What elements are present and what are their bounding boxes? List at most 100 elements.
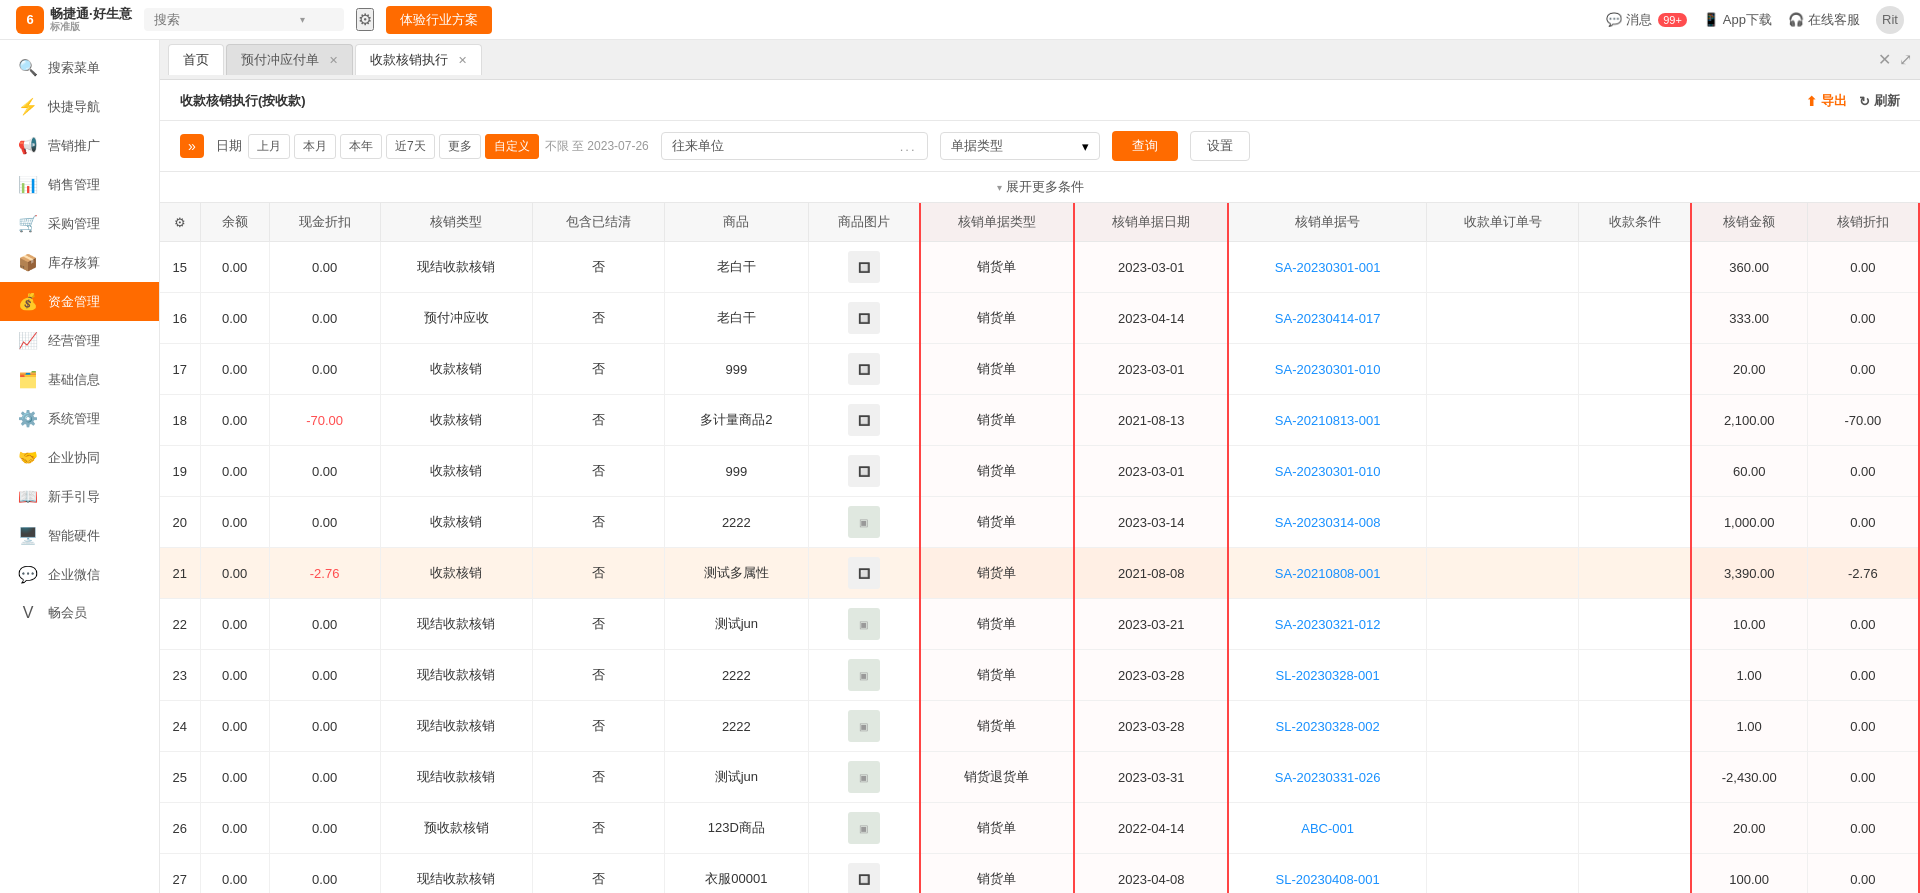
top-search-input[interactable]: [154, 12, 294, 27]
tab-prepay-close[interactable]: ✕: [329, 54, 338, 67]
cell-goods-img: 🔲: [808, 854, 920, 894]
sidebar-item-guide[interactable]: 📖 新手引导: [0, 477, 159, 516]
cell-bill-no: SL-20230328-002: [1228, 701, 1426, 752]
cell-bill-date: 2021-08-08: [1074, 548, 1228, 599]
cell-included: 否: [533, 599, 665, 650]
goods-image: ▣: [848, 506, 880, 538]
cell-verify-type: 现结收款核销: [380, 854, 533, 894]
cell-goods-img: 🔲: [808, 395, 920, 446]
cell-bill-type: 销货单: [920, 599, 1074, 650]
export-button[interactable]: ⬆ 导出: [1806, 92, 1847, 110]
filter-source-input[interactable]: [728, 139, 896, 154]
filter-expand-button[interactable]: »: [180, 134, 204, 158]
cell-receipt-cond: [1579, 854, 1691, 894]
filter-source-input-box[interactable]: 往来单位 ...: [661, 132, 928, 160]
search-icon: 🔍: [18, 58, 38, 77]
sidebar-item-basic-info[interactable]: 🗂️ 基础信息: [0, 360, 159, 399]
bill-no-link[interactable]: SA-20230301-001: [1275, 260, 1381, 275]
settings-button[interactable]: 设置: [1190, 131, 1250, 161]
filter-billtype-label: 单据类型: [951, 137, 1003, 155]
sidebar-item-collab[interactable]: 🤝 企业协同: [0, 438, 159, 477]
expand-conditions-label: 展开更多条件: [1006, 178, 1084, 196]
cell-bill-no: SA-20230301-001: [1228, 242, 1426, 293]
cell-verify-amount: 20.00: [1691, 803, 1807, 854]
date-btn-7days[interactable]: 近7天: [386, 134, 435, 159]
sidebar-item-search[interactable]: 🔍 搜索菜单: [0, 48, 159, 87]
expand-caret-icon: ▾: [997, 182, 1002, 193]
table-row: 25 0.00 0.00 现结收款核销 否 测试jun ▣ 销货退货单 2023…: [160, 752, 1919, 803]
sidebar-item-system[interactable]: ⚙️ 系统管理: [0, 399, 159, 438]
goods-image: ▣: [848, 608, 880, 640]
filter-billtype-select[interactable]: 单据类型 ▾: [940, 132, 1100, 160]
service-icon: 🎧: [1788, 12, 1804, 27]
close-tab-btn[interactable]: ✕: [1878, 50, 1891, 69]
top-search-box[interactable]: ▾: [144, 8, 344, 31]
cell-id: 21: [160, 548, 200, 599]
bill-no-link[interactable]: SA-20230301-010: [1275, 464, 1381, 479]
cell-goods: 测试多属性: [665, 548, 808, 599]
bill-no-link[interactable]: SA-20230331-026: [1275, 770, 1381, 785]
cell-included: 否: [533, 803, 665, 854]
tab-home[interactable]: 首页: [168, 44, 224, 75]
sidebar-item-sales[interactable]: 📊 销售管理: [0, 165, 159, 204]
sidebar-item-vip[interactable]: V 畅会员: [0, 594, 159, 632]
tab-prepay[interactable]: 预付冲应付单 ✕: [226, 44, 353, 75]
tab-verify[interactable]: 收款核销执行 ✕: [355, 44, 482, 75]
cell-verify-discount: 0.00: [1807, 599, 1919, 650]
col-receipt-order: 收款单订单号: [1426, 203, 1579, 242]
expand-conditions-button[interactable]: ▾ 展开更多条件: [997, 178, 1084, 196]
date-btn-more[interactable]: 更多: [439, 134, 481, 159]
cell-bill-type: 销货单: [920, 803, 1074, 854]
goods-image: 🔲: [848, 251, 880, 283]
cell-yue: 0.00: [200, 242, 269, 293]
date-btn-this-year[interactable]: 本年: [340, 134, 382, 159]
cell-bill-no: SA-20230321-012: [1228, 599, 1426, 650]
bill-no-link[interactable]: SA-20230321-012: [1275, 617, 1381, 632]
cell-verify-amount: 1,000.00: [1691, 497, 1807, 548]
bill-no-link[interactable]: SL-20230328-002: [1276, 719, 1380, 734]
sidebar-item-hardware[interactable]: 🖥️ 智能硬件: [0, 516, 159, 555]
bill-no-link[interactable]: SA-20230314-008: [1275, 515, 1381, 530]
sidebar-item-wechat[interactable]: 💬 企业微信: [0, 555, 159, 594]
date-btn-last-month[interactable]: 上月: [248, 134, 290, 159]
wechat-icon: 💬: [18, 565, 38, 584]
date-range-text: 不限 至 2023-07-26: [545, 138, 649, 155]
sidebar-item-finance[interactable]: 💰 资金管理: [0, 282, 159, 321]
bill-no-link[interactable]: ABC-001: [1301, 821, 1354, 836]
refresh-button[interactable]: ↻ 刷新: [1859, 92, 1900, 110]
bill-no-link[interactable]: SA-20230414-017: [1275, 311, 1381, 326]
cell-verify-type: 收款核销: [380, 344, 533, 395]
message-item[interactable]: 💬 消息 99+: [1606, 11, 1687, 29]
filter-source-label: 往来单位: [672, 137, 724, 155]
cell-goods: 2222: [665, 497, 808, 548]
user-avatar[interactable]: Rit: [1876, 6, 1904, 34]
cell-included: 否: [533, 395, 665, 446]
service-item[interactable]: 🎧 在线客服: [1788, 11, 1860, 29]
goods-image: 🔲: [848, 557, 880, 589]
col-settings[interactable]: ⚙: [160, 203, 200, 242]
cell-receipt-order: [1426, 752, 1579, 803]
bill-no-link[interactable]: SA-20210808-001: [1275, 566, 1381, 581]
cell-receipt-order: [1426, 701, 1579, 752]
gear-button[interactable]: ⚙: [356, 8, 374, 31]
sidebar-item-operations[interactable]: 📈 经营管理: [0, 321, 159, 360]
logo-area: 6 畅捷通·好生意 标准版: [16, 6, 132, 34]
tab-verify-close[interactable]: ✕: [458, 54, 467, 67]
query-button[interactable]: 查询: [1112, 131, 1178, 161]
app-download-item[interactable]: 📱 App下载: [1703, 11, 1772, 29]
expand-tab-btn[interactable]: ⤢: [1899, 50, 1912, 69]
bill-no-link[interactable]: SA-20210813-001: [1275, 413, 1381, 428]
cell-goods: 多计量商品2: [665, 395, 808, 446]
cell-bill-no: SL-20230328-001: [1228, 650, 1426, 701]
cell-verify-type: 预付冲应收: [380, 293, 533, 344]
sidebar-item-purchase[interactable]: 🛒 采购管理: [0, 204, 159, 243]
bill-no-link[interactable]: SL-20230408-001: [1276, 872, 1380, 887]
date-btn-custom[interactable]: 自定义: [485, 134, 539, 159]
sidebar-item-inventory[interactable]: 📦 库存核算: [0, 243, 159, 282]
sidebar-item-quick-nav[interactable]: ⚡ 快捷导航: [0, 87, 159, 126]
bill-no-link[interactable]: SA-20230301-010: [1275, 362, 1381, 377]
solution-button[interactable]: 体验行业方案: [386, 6, 492, 34]
bill-no-link[interactable]: SL-20230328-001: [1276, 668, 1380, 683]
sidebar-item-marketing[interactable]: 📢 营销推广: [0, 126, 159, 165]
date-btn-this-month[interactable]: 本月: [294, 134, 336, 159]
